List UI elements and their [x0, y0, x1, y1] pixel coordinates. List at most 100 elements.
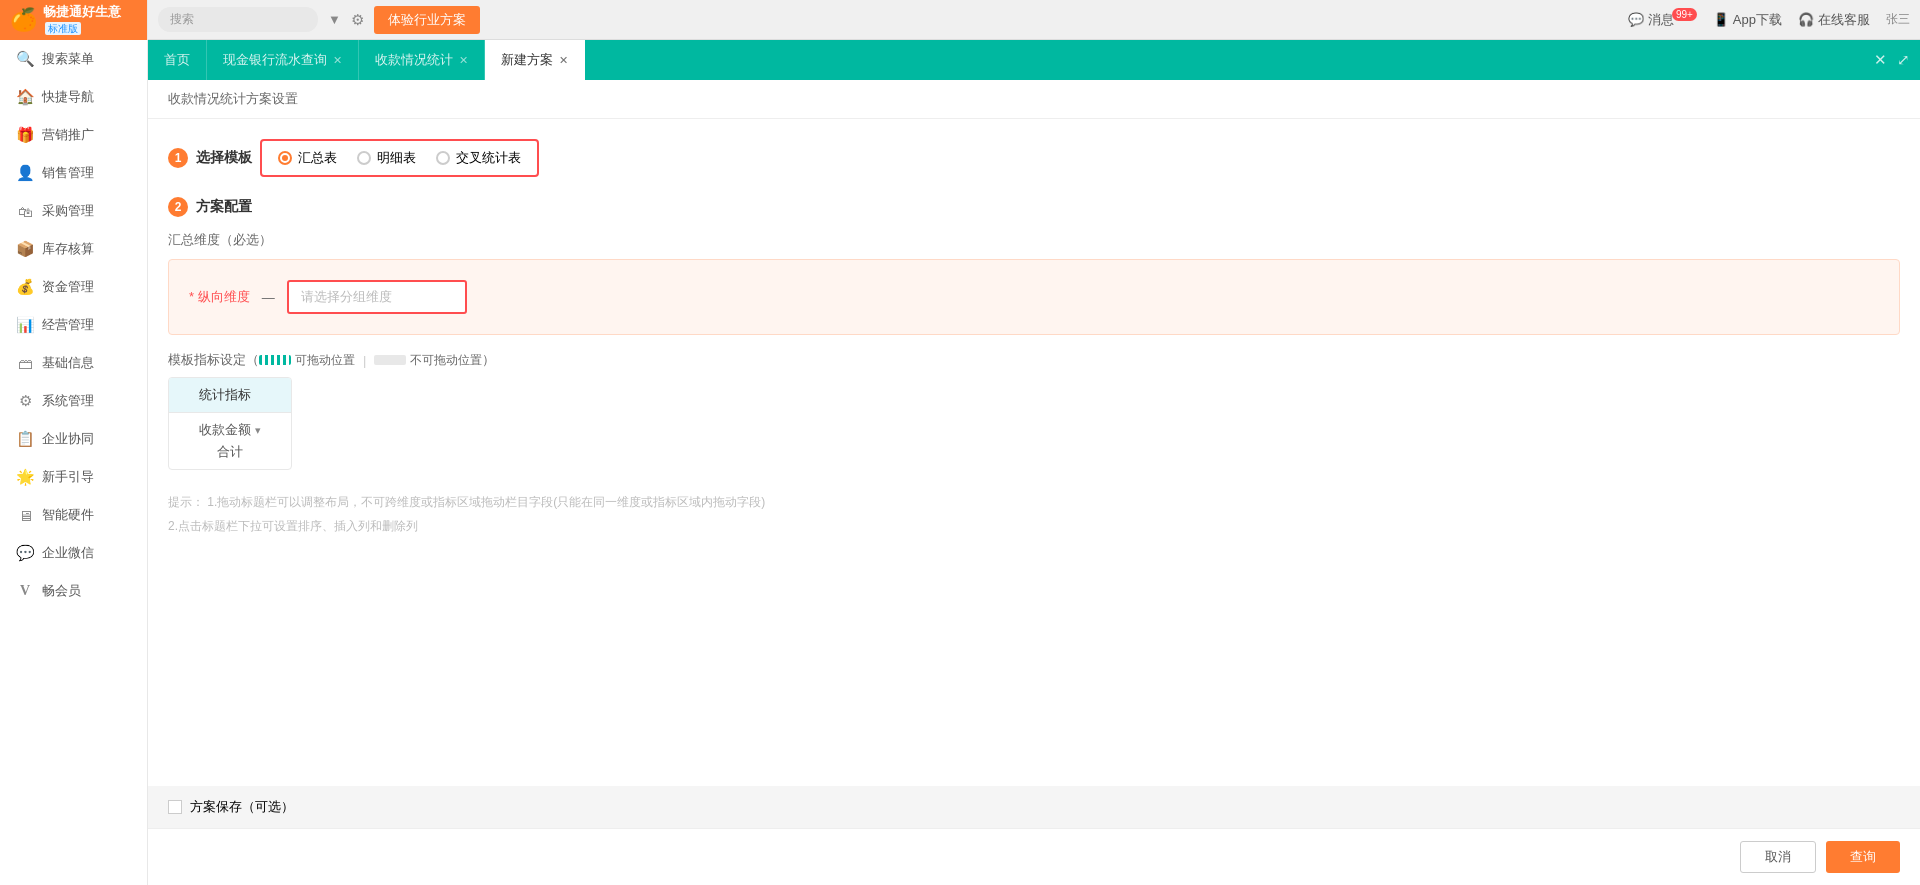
page-title: 收款情况统计方案设置: [148, 80, 1920, 119]
step2-num: 2: [168, 197, 188, 217]
gear-icon: ⚙: [16, 392, 34, 410]
save-label: 方案保存（可选）: [190, 798, 294, 816]
radio-detail-circle[interactable]: [357, 151, 371, 165]
sidebar-item-label: 基础信息: [42, 354, 94, 372]
tab-bank-flow-label: 现金银行流水查询: [223, 51, 327, 69]
monitor-icon: 🖥: [16, 507, 34, 524]
sidebar-item-newbie[interactable]: 🌟 新手引导: [0, 458, 147, 496]
radio-summary-label: 汇总表: [298, 149, 337, 167]
sidebar-item-system[interactable]: ⚙ 系统管理: [0, 382, 147, 420]
dimension-section-label: 汇总维度（必选）: [168, 231, 1900, 249]
file-icon: 🗃: [16, 355, 34, 372]
sidebar-item-finance[interactable]: 💰 资金管理: [0, 268, 147, 306]
tab-new-plan-close-icon[interactable]: ✕: [559, 54, 568, 67]
tab-bank-flow-close-icon[interactable]: ✕: [333, 54, 342, 67]
settings-icon[interactable]: ⚙: [351, 11, 364, 29]
trial-button[interactable]: 体验行业方案: [374, 6, 480, 34]
message-icon: 💬: [1628, 12, 1644, 27]
metrics-section-label: 模板指标设定（: [168, 351, 259, 369]
tip-2: 2.点击标题栏下拉可设置排序、插入列和删除列: [168, 514, 1900, 538]
step1-section: 1 选择模板 汇总表 明细表 交叉统计表: [168, 139, 1900, 177]
star-icon: 🌟: [16, 468, 34, 486]
sidebar-item-label: 资金管理: [42, 278, 94, 296]
drag-label: 可拖动位置: [295, 352, 355, 369]
message-badge: 99+: [1672, 8, 1697, 21]
tab-receipt-stat-close-icon[interactable]: ✕: [459, 54, 468, 67]
topbar-right: 💬 消息 99+ 📱 App下载 🎧 在线客服 张三: [1628, 11, 1910, 29]
sidebar-item-label: 营销推广: [42, 126, 94, 144]
sidebar-item-marketing[interactable]: 🎁 营销推广: [0, 116, 147, 154]
template-selector: 汇总表 明细表 交叉统计表: [260, 139, 539, 177]
col1-header-row[interactable]: 收款金额 ▾: [199, 421, 261, 439]
step2-title: 方案配置: [196, 198, 252, 216]
radio-detail[interactable]: 明细表: [357, 149, 416, 167]
sidebar-item-label: 畅会员: [42, 582, 81, 600]
radio-cross-label: 交叉统计表: [456, 149, 521, 167]
message-item[interactable]: 💬 消息 99+: [1628, 11, 1697, 29]
tab-home[interactable]: 首页: [148, 40, 207, 80]
metrics-col-stats: 统计指标 收款金额 ▾ 合计: [169, 378, 291, 469]
sidebar-item-hardware[interactable]: 🖥 智能硬件: [0, 496, 147, 534]
radio-summary-circle[interactable]: [278, 151, 292, 165]
metrics-col-stats-header: 统计指标: [169, 378, 291, 413]
step2-section: 2 方案配置 汇总维度（必选） * 纵向维度 — 请选择分组维度: [168, 197, 1900, 538]
query-button[interactable]: 查询: [1826, 841, 1900, 873]
tab-bank-flow[interactable]: 现金银行流水查询 ✕: [207, 40, 359, 80]
sidebar-item-label: 企业协同: [42, 430, 94, 448]
tab-close-all-icon[interactable]: ✕: [1874, 51, 1887, 69]
search-icon: 🔍: [16, 50, 34, 68]
step2-header: 2 方案配置: [168, 197, 1900, 217]
username: 张三: [1886, 11, 1910, 28]
vertical-dim-label: * 纵向维度: [189, 288, 250, 306]
sidebar-item-basic[interactable]: 🗃 基础信息: [0, 344, 147, 382]
logo-text: 畅捷通好生意: [43, 4, 121, 20]
tab-maximize-icon[interactable]: ⤢: [1897, 51, 1910, 69]
headset-icon: 🎧: [1798, 12, 1814, 27]
sidebar-item-enterprise[interactable]: 📋 企业协同: [0, 420, 147, 458]
sidebar-item-operation[interactable]: 📊 经营管理: [0, 306, 147, 344]
footer: 取消 查询: [148, 828, 1920, 885]
gift-icon: 🎁: [16, 126, 34, 144]
tab-actions: ✕ ⤢: [1874, 51, 1920, 69]
tab-new-plan-label: 新建方案: [501, 51, 553, 69]
metrics-section-suffix: ）: [482, 351, 495, 369]
save-checkbox[interactable]: [168, 800, 182, 814]
user-icon: 👤: [16, 164, 34, 182]
tab-new-plan[interactable]: 新建方案 ✕: [485, 40, 585, 80]
sidebar-item-quick-nav[interactable]: 🏠 快捷导航: [0, 78, 147, 116]
radio-summary[interactable]: 汇总表: [278, 149, 337, 167]
tab-receipt-stat[interactable]: 收款情况统计 ✕: [359, 40, 485, 80]
sidebar-item-purchase[interactable]: 🛍 采购管理: [0, 192, 147, 230]
radio-cross[interactable]: 交叉统计表: [436, 149, 521, 167]
col1-dropdown-icon[interactable]: ▾: [255, 424, 261, 437]
tab-home-label: 首页: [164, 51, 190, 69]
download-item[interactable]: 📱 App下载: [1713, 11, 1782, 29]
vertical-dim-input[interactable]: 请选择分组维度: [287, 280, 467, 314]
sidebar-item-sales[interactable]: 👤 销售管理: [0, 154, 147, 192]
sidebar-item-label: 搜索菜单: [42, 50, 94, 68]
sidebar-item-wechat[interactable]: 💬 企业微信: [0, 534, 147, 572]
sidebar: 🍊 畅捷通好生意 标准版 🔍 搜索菜单 🏠 快捷导航 🎁 营销推广 👤 销售管理…: [0, 0, 148, 885]
sidebar-item-label: 系统管理: [42, 392, 94, 410]
sidebar-item-label: 企业微信: [42, 544, 94, 562]
dropdown-arrow-icon[interactable]: ▼: [328, 12, 341, 27]
cancel-button[interactable]: 取消: [1740, 841, 1816, 873]
tab-receipt-stat-label: 收款情况统计: [375, 51, 453, 69]
home-icon: 🏠: [16, 88, 34, 106]
sidebar-item-inventory[interactable]: 📦 库存核算: [0, 230, 147, 268]
no-drag-indicator: 不可拖动位置: [374, 352, 482, 369]
tabbar: 首页 现金银行流水查询 ✕ 收款情况统计 ✕ 新建方案 ✕ ✕ ⤢: [148, 40, 1920, 80]
no-drag-color-block: [374, 355, 406, 365]
topbar: 搜索 ▼ ⚙ 体验行业方案 💬 消息 99+ 📱 App下载 🎧 在线客服 张三: [148, 0, 1920, 40]
tip-1: 提示： 1.拖动标题栏可以调整布局，不可跨维度或指标区域拖动栏目字段(只能在同一…: [168, 490, 1900, 514]
step1-num: 1: [168, 148, 188, 168]
money-icon: 💰: [16, 278, 34, 296]
service-item[interactable]: 🎧 在线客服: [1798, 11, 1870, 29]
drag-color-block: [259, 355, 291, 365]
sidebar-item-member[interactable]: V 畅会员: [0, 572, 147, 610]
sidebar-item-search-menu[interactable]: 🔍 搜索菜单: [0, 40, 147, 78]
radio-cross-circle[interactable]: [436, 151, 450, 165]
metrics-section: 模板指标设定（ 可拖动位置 | 不可拖动位置 ）: [168, 351, 1900, 470]
logo-tag: 标准版: [45, 22, 81, 35]
box-icon: 📦: [16, 240, 34, 258]
